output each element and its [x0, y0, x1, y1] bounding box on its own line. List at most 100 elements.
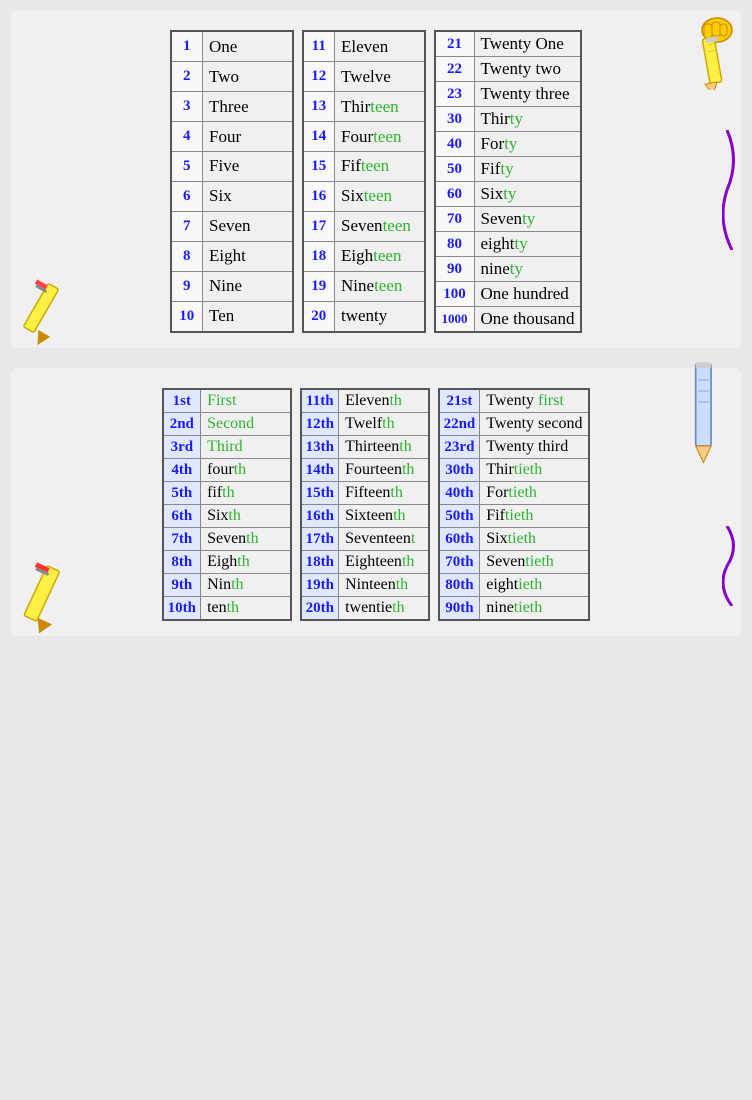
word-cell: Twenty three: [474, 82, 581, 107]
word-cell: fourth: [201, 459, 291, 482]
table-row: 8th Eighth: [163, 551, 291, 574]
table-row: 12 Twelve: [303, 62, 425, 92]
table-row: 100 One hundred: [435, 282, 582, 307]
pencil-fist-icon: [662, 10, 742, 90]
word-cell: Fiftieth: [480, 505, 590, 528]
table-row: 14 Fourteen: [303, 122, 425, 152]
word-cell: Ninth: [201, 574, 291, 597]
word-cell: Ten: [203, 301, 293, 332]
table-row: 6th Sixth: [163, 505, 291, 528]
word-cell: Twelfth: [339, 413, 429, 436]
number-cell: 16: [303, 181, 335, 211]
number-cell: 20: [303, 301, 335, 332]
number-cell: 30: [435, 107, 475, 132]
table-row: 50th Fiftieth: [439, 505, 590, 528]
ordinal-table-3: 21st Twenty first22nd Twenty second23rd …: [438, 388, 591, 621]
word-cell: Eighteenth: [339, 551, 429, 574]
word-cell: One thousand: [474, 307, 581, 333]
word-cell: Sixtieth: [480, 528, 590, 551]
word-cell: Seventy: [474, 207, 581, 232]
table-row: 3 Three: [171, 92, 293, 122]
word-cell: Seventeent: [339, 528, 429, 551]
table-row: 6 Six: [171, 181, 293, 211]
table-row: 1000 One thousand: [435, 307, 582, 333]
cardinal-table-1: 1 One2 Two3 Three4 Four5 Five6 Six7 Seve…: [170, 30, 294, 333]
number-cell: 18: [303, 241, 335, 271]
table-row: 80 eightty: [435, 232, 582, 257]
number-cell: 12: [303, 62, 335, 92]
table-row: 13th Thirteenth: [301, 436, 429, 459]
table-row: 20th twentieth: [301, 597, 429, 621]
number-cell: 5th: [163, 482, 201, 505]
word-cell: eightieth: [480, 574, 590, 597]
number-cell: 10th: [163, 597, 201, 621]
number-cell: 6th: [163, 505, 201, 528]
word-cell: fifth: [201, 482, 291, 505]
word-cell: ninety: [474, 257, 581, 282]
word-cell: ninetieth: [480, 597, 590, 621]
table-row: 22 Twenty two: [435, 57, 582, 82]
number-cell: 13th: [301, 436, 339, 459]
number-cell: 13: [303, 92, 335, 122]
number-cell: 14th: [301, 459, 339, 482]
cardinal-tables: 1 One2 Two3 Three4 Four5 Five6 Six7 Seve…: [25, 30, 727, 333]
word-cell: Twelve: [335, 62, 425, 92]
number-cell: 80: [435, 232, 475, 257]
word-cell: One: [203, 31, 293, 62]
purple-curl-icon: [722, 130, 740, 250]
word-cell: Nineteen: [335, 271, 425, 301]
ordinal-section: 1st First2nd Second3rd Third4th fourth5t…: [10, 368, 742, 636]
word-cell: Seven: [203, 211, 293, 241]
number-cell: 19: [303, 271, 335, 301]
number-cell: 20th: [301, 597, 339, 621]
word-cell: Sixteenth: [339, 505, 429, 528]
table-row: 22nd Twenty second: [439, 413, 590, 436]
word-cell: Eleventh: [339, 389, 429, 413]
number-cell: 22: [435, 57, 475, 82]
number-cell: 1st: [163, 389, 201, 413]
number-cell: 22nd: [439, 413, 480, 436]
word-cell: Twenty second: [480, 413, 590, 436]
number-cell: 60: [435, 182, 475, 207]
cardinal-table-3: 21 Twenty One22 Twenty two23 Twenty thre…: [434, 30, 583, 333]
ordinal-table-1: 1st First2nd Second3rd Third4th fourth5t…: [162, 388, 292, 621]
word-cell: Eighth: [201, 551, 291, 574]
word-cell: Nine: [203, 271, 293, 301]
word-cell: Sixty: [474, 182, 581, 207]
word-cell: Eleven: [335, 31, 425, 62]
number-cell: 8th: [163, 551, 201, 574]
number-cell: 15: [303, 151, 335, 181]
word-cell: Four: [203, 122, 293, 152]
number-cell: 10: [171, 301, 203, 332]
word-cell: Fourteenth: [339, 459, 429, 482]
table-row: 19th Ninteenth: [301, 574, 429, 597]
table-row: 2nd Second: [163, 413, 291, 436]
number-cell: 6: [171, 181, 203, 211]
table-row: 90th ninetieth: [439, 597, 590, 621]
word-cell: Thirteen: [335, 92, 425, 122]
number-cell: 4: [171, 122, 203, 152]
table-row: 7 Seven: [171, 211, 293, 241]
word-cell: Second: [201, 413, 291, 436]
table-row: 5 Five: [171, 151, 293, 181]
number-cell: 7th: [163, 528, 201, 551]
number-cell: 21: [435, 31, 475, 57]
word-cell: eightty: [474, 232, 581, 257]
table-row: 15th Fifteenth: [301, 482, 429, 505]
number-cell: 80th: [439, 574, 480, 597]
table-row: 9 Nine: [171, 271, 293, 301]
table-row: 17th Seventeent: [301, 528, 429, 551]
table-row: 60 Sixty: [435, 182, 582, 207]
table-row: 3rd Third: [163, 436, 291, 459]
number-cell: 90th: [439, 597, 480, 621]
word-cell: twentieth: [339, 597, 429, 621]
number-cell: 50: [435, 157, 475, 182]
number-cell: 4th: [163, 459, 201, 482]
number-cell: 14: [303, 122, 335, 152]
ordinal-table-2: 11th Eleventh12th Twelfth13th Thirteenth…: [300, 388, 430, 621]
number-cell: 17th: [301, 528, 339, 551]
table-row: 13 Thirteen: [303, 92, 425, 122]
word-cell: Three: [203, 92, 293, 122]
word-cell: Sixth: [201, 505, 291, 528]
table-row: 5th fifth: [163, 482, 291, 505]
